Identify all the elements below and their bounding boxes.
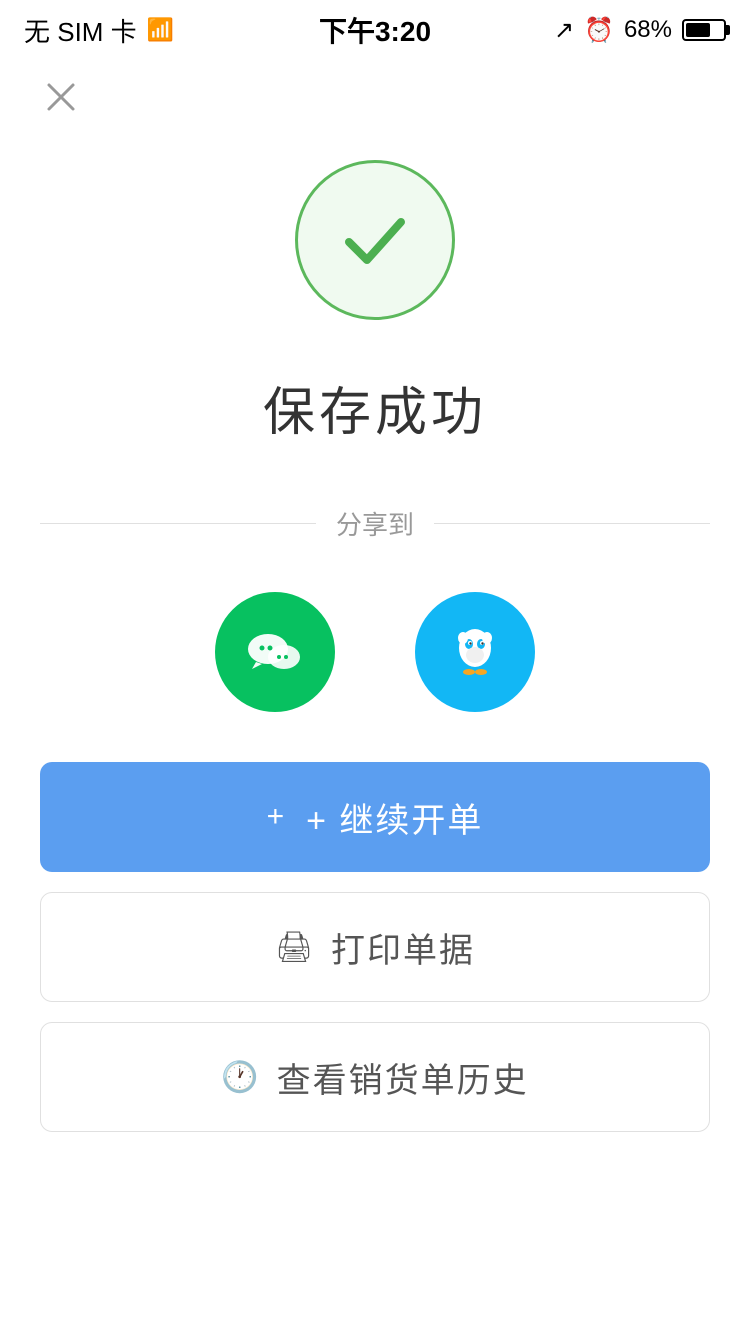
success-circle xyxy=(295,160,455,320)
status-bar-left: 无 SIM 卡 📶 xyxy=(24,12,174,49)
close-button[interactable] xyxy=(36,72,86,122)
print-button[interactable]: 🖨 打印单据 xyxy=(40,892,710,1002)
wechat-icon xyxy=(240,617,310,687)
status-bar-time: 下午3:20 xyxy=(319,10,431,50)
print-label: 打印单据 xyxy=(331,923,475,972)
close-icon xyxy=(45,81,77,113)
history-label: 查看销货单历史 xyxy=(277,1053,529,1102)
plus-icon: + xyxy=(267,800,287,834)
qq-icon xyxy=(443,620,508,685)
alarm-icon: ⏰ xyxy=(584,16,614,45)
battery-percent: 68% xyxy=(624,16,672,44)
history-button[interactable]: 🕐 查看销货单历史 xyxy=(40,1022,710,1132)
share-divider: 分享到 xyxy=(40,505,710,542)
checkmark-icon xyxy=(335,200,415,280)
clock-icon: 🕐 xyxy=(221,1060,260,1095)
battery-indicator xyxy=(682,19,726,41)
battery-fill xyxy=(686,23,710,37)
continue-button[interactable]: + + 继续开单 xyxy=(40,762,710,872)
share-icons-row xyxy=(40,592,710,712)
location-icon: ↗ xyxy=(554,16,574,45)
status-bar-right: ↗ ⏰ 68% xyxy=(554,16,726,45)
share-section: 分享到 xyxy=(0,505,750,712)
status-bar: 无 SIM 卡 📶 下午3:20 ↗ ⏰ 68% xyxy=(0,0,750,60)
battery-bar xyxy=(682,19,726,41)
printer-icon: 🖨 xyxy=(275,930,315,965)
success-title: 保存成功 xyxy=(263,370,487,445)
qq-share-button[interactable] xyxy=(415,592,535,712)
action-buttons: + + 继续开单 🖨 打印单据 🕐 查看销货单历史 xyxy=(0,762,750,1132)
main-content: 保存成功 分享到 xyxy=(0,60,750,1132)
continue-label: + 继续开单 xyxy=(306,793,483,842)
wechat-share-button[interactable] xyxy=(215,592,335,712)
share-label: 分享到 xyxy=(316,505,434,542)
sim-status: 无 SIM 卡 xyxy=(24,12,137,49)
wifi-icon: 📶 xyxy=(147,17,174,43)
